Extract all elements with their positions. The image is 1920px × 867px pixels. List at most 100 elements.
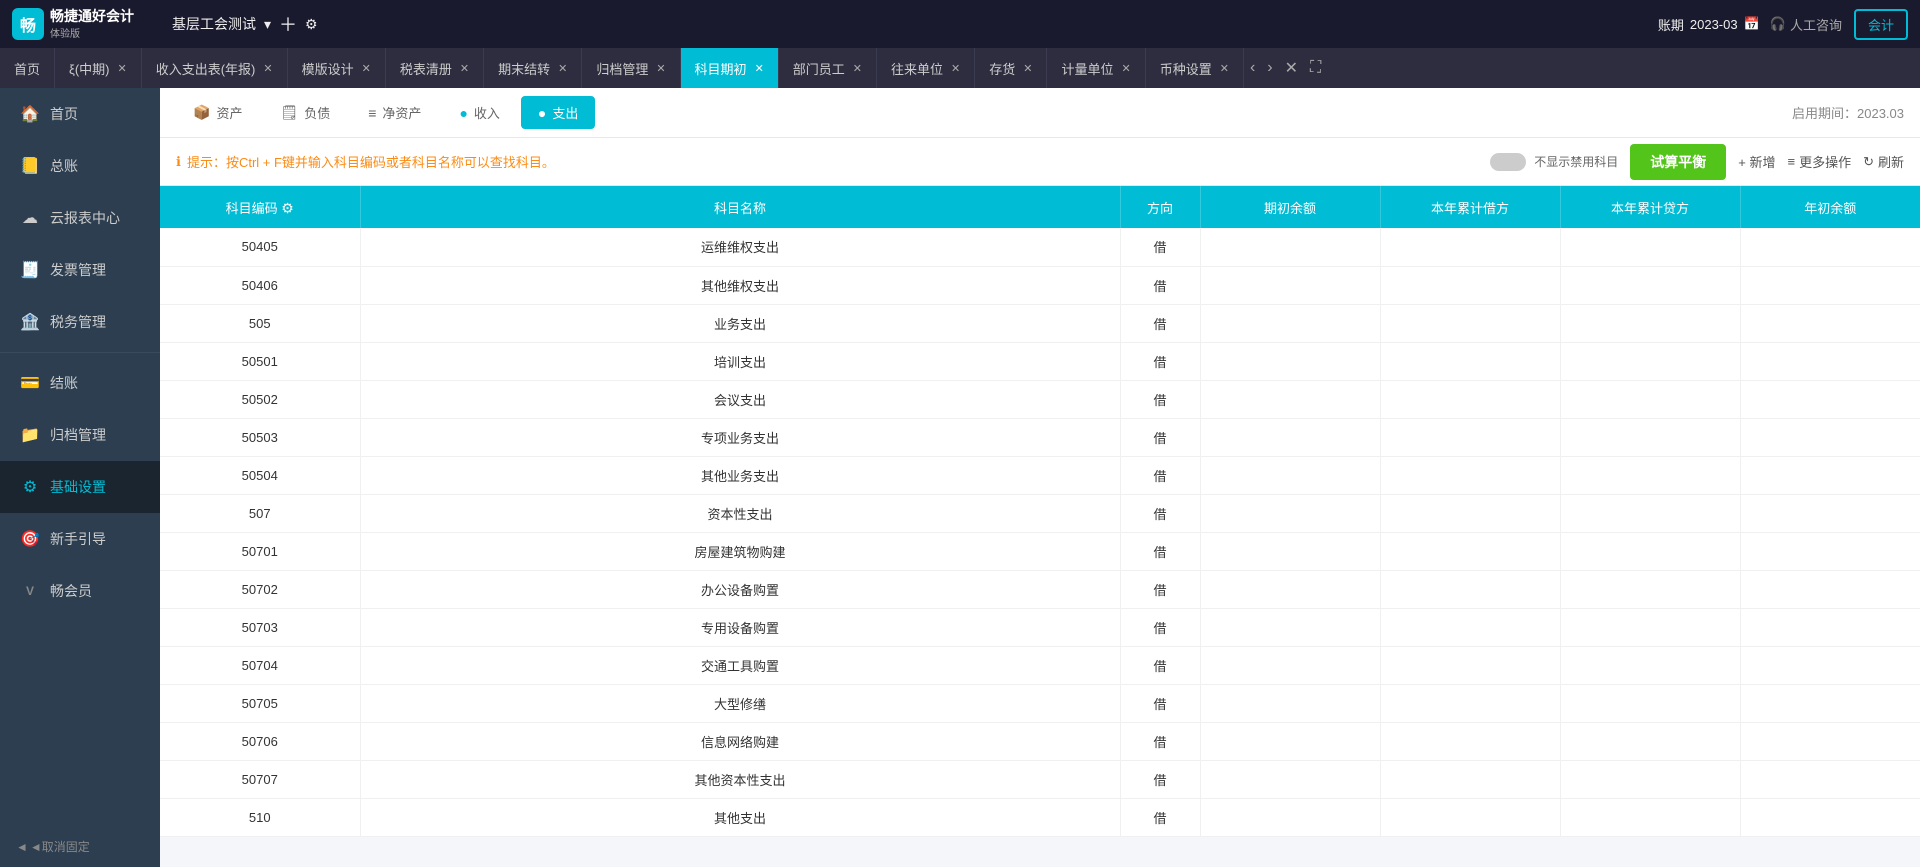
filter-tab-income[interactable]: ● 收入 — [442, 96, 516, 129]
table-row[interactable]: 50501 培训支出 借 — [160, 342, 1920, 380]
add-company-icon[interactable]: ＋ — [279, 11, 297, 37]
settlement-icon: 💳 — [20, 373, 40, 393]
balance-button[interactable]: 试算平衡 — [1630, 144, 1726, 180]
disable-toggle[interactable]: 不显示禁用科目 — [1490, 153, 1618, 171]
sidebar-item-member[interactable]: V 畅会员 — [0, 565, 160, 617]
table-header-row: 科目编码 ⚙ 科目名称 方向 期初余额 本年累计借方 本年累计贷方 年初余额 — [160, 186, 1920, 228]
tab-close-period[interactable]: ✕ — [558, 62, 567, 75]
tab-close-archive[interactable]: ✕ — [656, 62, 665, 75]
cell-direction: 借 — [1120, 456, 1200, 494]
tab-unit[interactable]: 计量单位 ✕ — [1047, 48, 1145, 88]
cell-code: 50503 — [160, 418, 360, 456]
tab-expand-icon[interactable]: ⛶ — [1304, 59, 1327, 77]
tab-close-all-icon[interactable]: ✕ — [1279, 58, 1304, 78]
cell-direction: 借 — [1120, 646, 1200, 684]
table-row[interactable]: 50502 会议支出 借 — [160, 380, 1920, 418]
ledger-icon: 📒 — [20, 156, 40, 176]
cell-year-balance — [1740, 228, 1920, 266]
tab-dept[interactable]: 部门员工 ✕ — [779, 48, 877, 88]
more-button[interactable]: ≡ 更多操作 — [1787, 152, 1851, 171]
period-calendar-icon[interactable]: 📅 — [1744, 16, 1760, 32]
sidebar: 🏠 首页 📒 总账 ☁ 云报表中心 🧾 发票管理 🏦 税务管理 💳 结账 📁 归… — [0, 88, 160, 867]
tab-close-mid[interactable]: ✕ — [118, 62, 127, 75]
table-row[interactable]: 50702 办公设备购置 借 — [160, 570, 1920, 608]
filter-tab-asset[interactable]: 📦 资产 — [176, 96, 259, 129]
table-row[interactable]: 507 资本性支出 借 — [160, 494, 1920, 532]
table-row[interactable]: 50504 其他业务支出 借 — [160, 456, 1920, 494]
filter-tab-liability[interactable]: 🗒 负债 — [263, 96, 347, 129]
sidebar-item-ledger[interactable]: 📒 总账 — [0, 140, 160, 192]
table-row[interactable]: 50704 交通工具购置 借 — [160, 646, 1920, 684]
sidebar-item-settlement[interactable]: 💳 结账 — [0, 357, 160, 409]
tab-close-unit[interactable]: ✕ — [1122, 62, 1131, 75]
cell-name: 其他资本性支出 — [360, 760, 1120, 798]
archive-icon: 📁 — [20, 425, 40, 445]
tab-tax[interactable]: 税表清册 ✕ — [386, 48, 484, 88]
table-row[interactable]: 505 业务支出 借 — [160, 304, 1920, 342]
tab-subject-init[interactable]: 科目期初 ✕ — [681, 48, 779, 88]
refresh-button[interactable]: ↻ 刷新 — [1863, 152, 1904, 171]
table-row[interactable]: 50405 运维维权支出 借 — [160, 228, 1920, 266]
sidebar-item-tax[interactable]: 🏦 税务管理 — [0, 296, 160, 348]
cell-debit — [1380, 456, 1560, 494]
cell-direction: 借 — [1120, 494, 1200, 532]
account-button[interactable]: 会计 — [1854, 9, 1908, 40]
table-row[interactable]: 50706 信息网络购建 借 — [160, 722, 1920, 760]
cell-balance — [1200, 342, 1380, 380]
tab-template[interactable]: 模版设计 ✕ — [288, 48, 386, 88]
table-row[interactable]: 50703 专用设备购置 借 — [160, 608, 1920, 646]
sidebar-item-reports[interactable]: ☁ 云报表中心 — [0, 192, 160, 244]
tab-currency[interactable]: 币种设置 ✕ — [1146, 48, 1244, 88]
column-settings-icon[interactable]: ⚙ — [281, 200, 294, 216]
col-header-balance: 期初余额 — [1200, 186, 1380, 228]
tab-mid[interactable]: ξ(中期) ✕ — [55, 48, 142, 88]
tab-nav-left[interactable]: ‹ — [1244, 59, 1261, 77]
cell-balance — [1200, 456, 1380, 494]
tab-contacts[interactable]: 往来单位 ✕ — [877, 48, 975, 88]
cell-debit — [1380, 684, 1560, 722]
tab-close-subject[interactable]: ✕ — [755, 62, 764, 75]
filter-tab-expenditure[interactable]: ● 支出 — [521, 96, 595, 129]
sidebar-item-invoice[interactable]: 🧾 发票管理 — [0, 244, 160, 296]
company-name[interactable]: 基层工会测试 ▾ ＋ ⚙ — [172, 11, 1648, 37]
sidebar-item-guide[interactable]: 🎯 新手引导 — [0, 513, 160, 565]
sidebar-item-archive[interactable]: 📁 归档管理 — [0, 409, 160, 461]
tab-nav-right[interactable]: › — [1261, 59, 1278, 77]
toggle-control[interactable] — [1490, 153, 1526, 171]
filter-tab-equity[interactable]: ≡ 净资产 — [351, 96, 438, 129]
tab-close-dept[interactable]: ✕ — [853, 62, 862, 75]
cell-year-balance — [1740, 342, 1920, 380]
settings-icon[interactable]: ⚙ — [305, 16, 318, 33]
company-dropdown-icon[interactable]: ▾ — [264, 16, 271, 33]
cell-year-balance — [1740, 798, 1920, 836]
cancel-fixed-button[interactable]: ◄ ◄取消固定 — [0, 826, 160, 867]
table-row[interactable]: 510 其他支出 借 — [160, 798, 1920, 836]
support-button[interactable]: 🎧 人工咨询 — [1770, 15, 1842, 34]
tab-close-annual[interactable]: ✕ — [263, 62, 272, 75]
cell-year-balance — [1740, 304, 1920, 342]
home-icon: 🏠 — [20, 104, 40, 124]
tab-home[interactable]: 首页 — [0, 48, 55, 88]
tab-close-currency[interactable]: ✕ — [1220, 62, 1229, 75]
tab-archive[interactable]: 归档管理 ✕ — [582, 48, 680, 88]
table-row[interactable]: 50503 专项业务支出 借 — [160, 418, 1920, 456]
cell-credit — [1560, 228, 1740, 266]
col-header-code: 科目编码 ⚙ — [160, 186, 360, 228]
cell-debit — [1380, 494, 1560, 532]
cell-credit — [1560, 608, 1740, 646]
tab-close-inventory[interactable]: ✕ — [1023, 62, 1032, 75]
sidebar-item-settings[interactable]: ⚙ 基础设置 — [0, 461, 160, 513]
tab-close-tax[interactable]: ✕ — [460, 62, 469, 75]
table-row[interactable]: 50707 其他资本性支出 借 — [160, 760, 1920, 798]
cell-balance — [1200, 304, 1380, 342]
table-row[interactable]: 50705 大型修缮 借 — [160, 684, 1920, 722]
table-row[interactable]: 50701 房屋建筑物购建 借 — [160, 532, 1920, 570]
table-row[interactable]: 50406 其他维权支出 借 — [160, 266, 1920, 304]
tab-period-transfer[interactable]: 期末结转 ✕ — [484, 48, 582, 88]
tab-inventory[interactable]: 存货 ✕ — [975, 48, 1047, 88]
new-button[interactable]: + 新增 — [1738, 152, 1775, 171]
sidebar-item-home[interactable]: 🏠 首页 — [0, 88, 160, 140]
tab-close-template[interactable]: ✕ — [362, 62, 371, 75]
tab-annual[interactable]: 收入支出表(年报) ✕ — [142, 48, 288, 88]
tab-close-contacts[interactable]: ✕ — [951, 62, 960, 75]
